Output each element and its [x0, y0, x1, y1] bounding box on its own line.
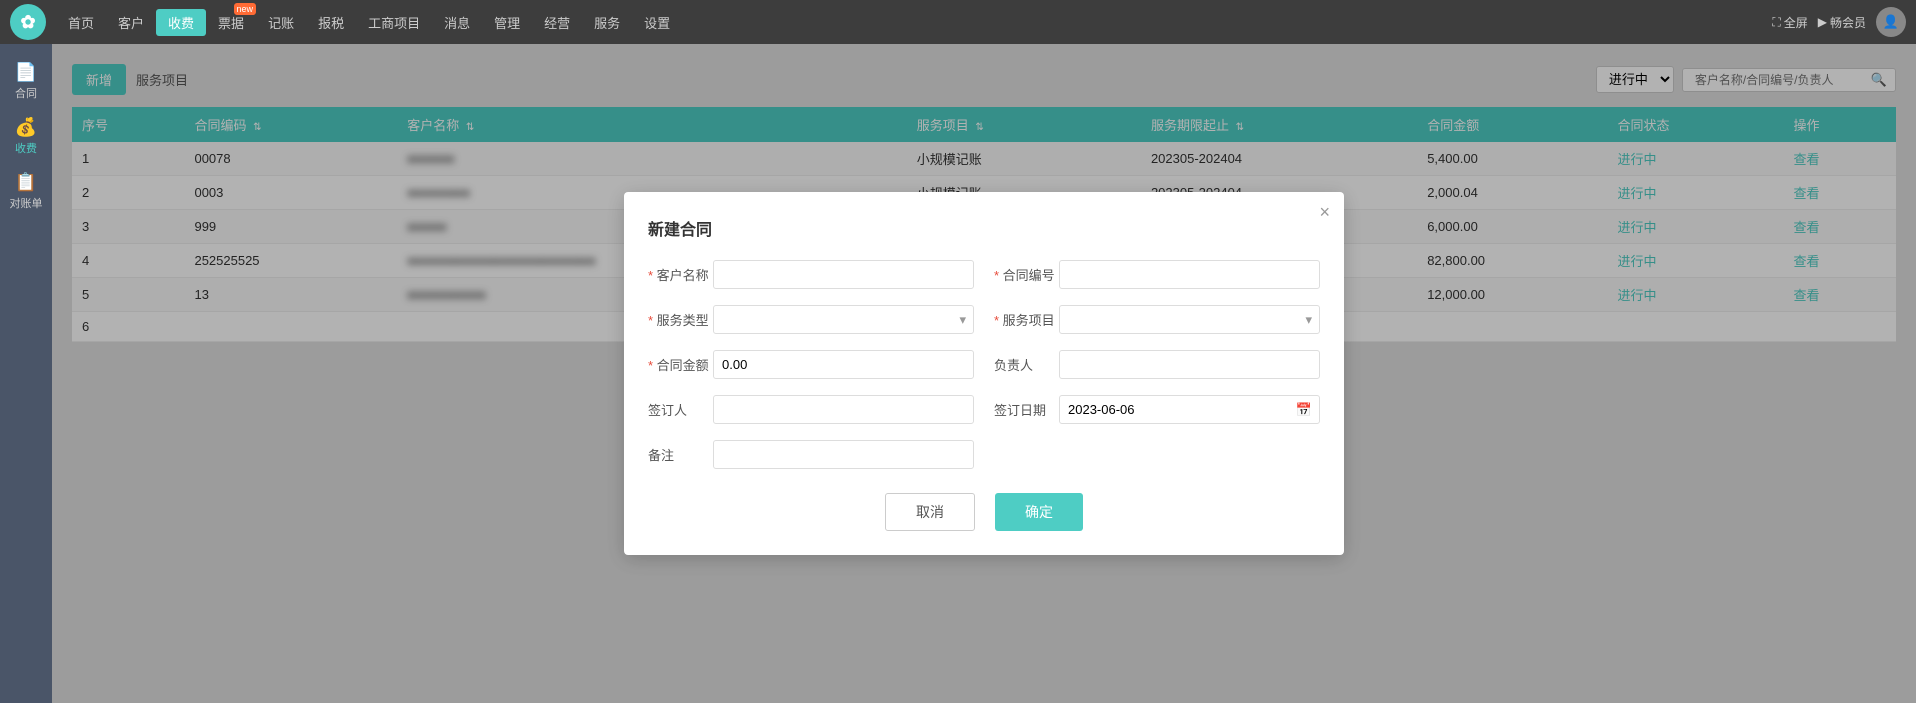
label-note: 备注 — [648, 445, 713, 464]
label-service-type: 服务类型 — [648, 310, 713, 329]
label-service-item: 服务项目 — [994, 310, 1059, 329]
nav-item-business[interactable]: 工商项目 — [356, 9, 432, 36]
input-sign-date[interactable] — [1059, 395, 1320, 424]
fullscreen-button[interactable]: ⛶ 全屏 — [1772, 14, 1807, 31]
input-amount[interactable] — [713, 350, 974, 379]
field-service-type: 服务类型 — [648, 305, 974, 334]
vip-icon: ▶ — [1818, 15, 1827, 29]
avatar-icon: 👤 — [1883, 14, 1899, 30]
nav-item-settings[interactable]: 设置 — [632, 9, 682, 36]
select-service-type[interactable] — [713, 305, 974, 334]
field-amount: 合同金额 — [648, 350, 974, 379]
label-amount: 合同金额 — [648, 355, 713, 374]
input-contract-no[interactable] — [1059, 260, 1320, 289]
nav-item-manage[interactable]: 管理 — [482, 9, 532, 36]
field-signer: 签订人 — [648, 395, 974, 424]
charge-icon: 💰 — [15, 117, 37, 138]
field-contract-no: 合同编号 — [994, 260, 1320, 289]
sidebar-item-statement[interactable]: 📋 对账单 — [0, 164, 52, 219]
form-row-1: 客户名称 合同编号 — [648, 260, 1320, 289]
sidebar: 📄 合同 💰 收费 📋 对账单 — [0, 44, 52, 703]
form-row-5: 备注 — [648, 440, 1320, 469]
field-customer-name: 客户名称 — [648, 260, 974, 289]
nav-item-account[interactable]: 记账 — [256, 9, 306, 36]
form-row-3: 合同金额 负责人 — [648, 350, 1320, 379]
label-signer: 签订人 — [648, 400, 713, 419]
field-responsible: 负责人 — [994, 350, 1320, 379]
input-customer-name[interactable] — [713, 260, 974, 289]
nav-items: 首页 客户 收费 票据 new 记账 报税 工商项目 消息 管理 经营 服务 设… — [56, 9, 1772, 36]
logo: ✿ — [10, 4, 46, 40]
confirm-button[interactable]: 确定 — [995, 493, 1083, 531]
nav-item-service[interactable]: 服务 — [582, 9, 632, 36]
nav-item-message[interactable]: 消息 — [432, 9, 482, 36]
modal-overlay: × 新建合同 客户名称 合同编号 服务类型 服务项目 — [52, 44, 1916, 703]
contract-icon: 📄 — [15, 62, 37, 83]
modal-close-button[interactable]: × — [1319, 202, 1330, 223]
vip-button[interactable]: ▶ 畅会员 — [1818, 14, 1866, 31]
nav-item-tax[interactable]: 报税 — [306, 9, 356, 36]
form-row-2: 服务类型 服务项目 — [648, 305, 1320, 334]
nav-item-operation[interactable]: 经营 — [532, 9, 582, 36]
date-input-wrapper: 📅 — [1059, 395, 1320, 424]
fullscreen-icon: ⛶ — [1772, 15, 1780, 30]
input-responsible[interactable] — [1059, 350, 1320, 379]
modal-new-contract: × 新建合同 客户名称 合同编号 服务类型 服务项目 — [624, 192, 1344, 555]
field-sign-date: 签订日期 📅 — [994, 395, 1320, 424]
modal-title: 新建合同 — [648, 216, 1320, 240]
label-customer-name: 客户名称 — [648, 265, 713, 284]
nav-right: ⛶ 全屏 ▶ 畅会员 👤 — [1772, 7, 1906, 37]
field-service-item: 服务项目 — [994, 305, 1320, 334]
label-contract-no: 合同编号 — [994, 265, 1059, 284]
nav-item-customer[interactable]: 客户 — [106, 9, 156, 36]
new-badge: new — [234, 3, 257, 15]
input-signer[interactable] — [713, 395, 974, 424]
input-note[interactable] — [713, 440, 974, 469]
select-service-item[interactable] — [1059, 305, 1320, 334]
nav-item-invoice[interactable]: 票据 new — [206, 9, 256, 36]
nav-item-charge[interactable]: 收费 — [156, 9, 206, 36]
sidebar-item-contract[interactable]: 📄 合同 — [0, 54, 52, 109]
label-sign-date: 签订日期 — [994, 400, 1059, 419]
select-wrapper-service-item — [1059, 305, 1320, 334]
top-nav: ✿ 首页 客户 收费 票据 new 记账 报税 工商项目 消息 管理 经营 服务… — [0, 0, 1916, 44]
field-note: 备注 — [648, 440, 974, 469]
nav-item-home[interactable]: 首页 — [56, 9, 106, 36]
select-wrapper-service-type — [713, 305, 974, 334]
calendar-icon[interactable]: 📅 — [1296, 402, 1312, 418]
avatar[interactable]: 👤 — [1876, 7, 1906, 37]
form-row-4: 签订人 签订日期 📅 — [648, 395, 1320, 424]
modal-footer: 取消 确定 — [648, 493, 1320, 531]
label-responsible: 负责人 — [994, 355, 1059, 374]
statement-icon: 📋 — [15, 172, 37, 193]
sidebar-item-charge[interactable]: 💰 收费 — [0, 109, 52, 164]
cancel-button[interactable]: 取消 — [885, 493, 975, 531]
